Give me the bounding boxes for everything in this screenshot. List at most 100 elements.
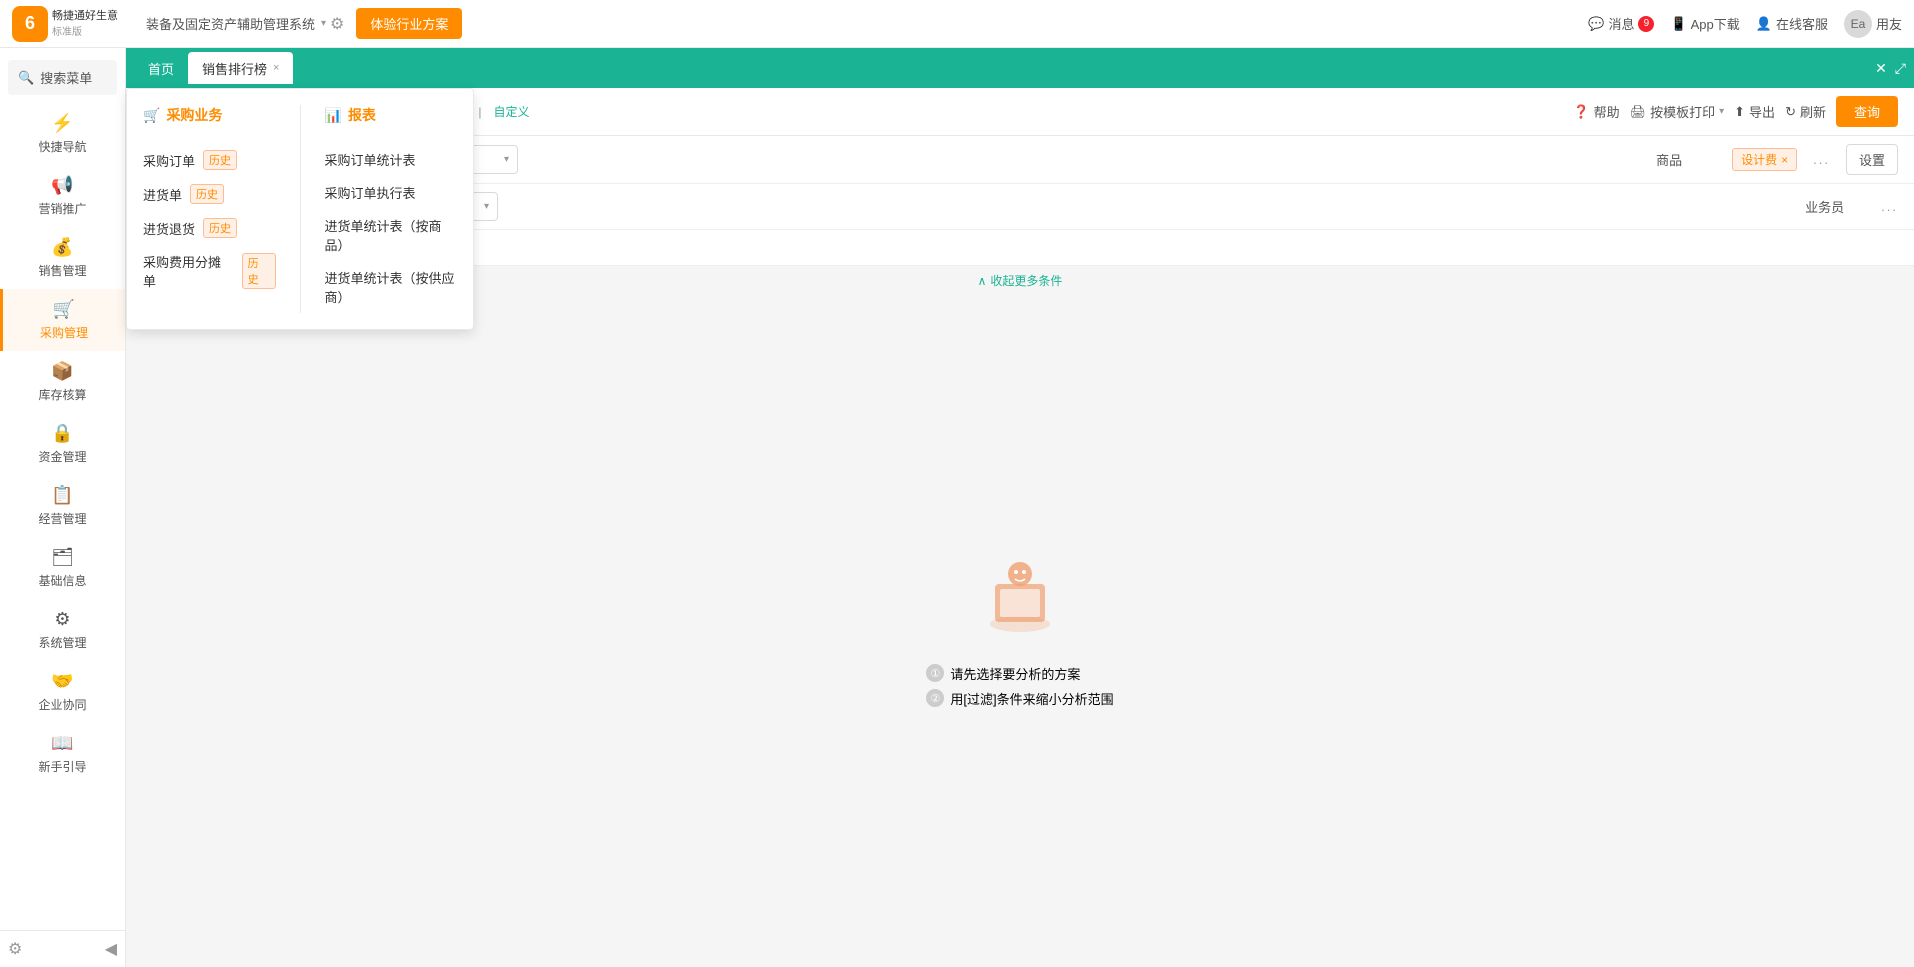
salesperson-dots[interactable]: ... xyxy=(1881,199,1898,214)
industry-btn[interactable]: 体验行业方案 xyxy=(356,8,462,39)
dropdown-purchase-order[interactable]: 采购订单 历史 xyxy=(143,143,276,177)
logo-sub: 标准版 xyxy=(52,23,118,38)
search-menu-button[interactable]: 🔍 搜索菜单 xyxy=(8,60,117,95)
date-custom[interactable]: 自定义 xyxy=(494,103,530,120)
guide-icon: 📖 xyxy=(51,733,73,754)
tab-sales-ranking[interactable]: 销售排行榜 × xyxy=(188,52,293,84)
gear-icon[interactable]: ⚙ xyxy=(330,14,344,34)
print-arrow: ▾ xyxy=(1719,106,1724,117)
top-right: 💬 消息 9 📱 App下载 👤 在线客服 Ea 用友 xyxy=(1588,10,1902,38)
purchase-col-icon: 🛒 xyxy=(143,107,160,124)
dropdown-report-3[interactable]: 进货单统计表（按供应商） xyxy=(325,261,458,313)
dropdown-purchase-expense[interactable]: 采购费用分摊单 历史 xyxy=(143,245,276,297)
user-item[interactable]: Ea 用友 xyxy=(1844,10,1902,38)
history-badge-3: 历史 xyxy=(242,253,276,289)
dropdown-report-0[interactable]: 采购订单统计表 xyxy=(325,143,458,176)
sidebar-item-inventory[interactable]: 📦 库存核算 xyxy=(0,351,125,413)
sidebar-item-system[interactable]: ⚙ 系统管理 xyxy=(0,599,125,661)
sidebar-item-label: 资金管理 xyxy=(38,448,86,465)
history-badge-0: 历史 xyxy=(203,150,237,170)
sidebar-item-enterprise[interactable]: 🤝 企业协同 xyxy=(0,661,125,723)
sidebar-menu: ⚡ 快捷导航 📢 营销推广 💰 销售管理 🛒 采购管理 📦 库存核算 xyxy=(0,103,125,930)
online-service-item[interactable]: 👤 在线客服 xyxy=(1756,14,1828,33)
message-icon: 💬 xyxy=(1588,16,1604,32)
basic-icon: 🗂 xyxy=(51,547,74,568)
goods-dots[interactable]: ... xyxy=(1813,152,1830,167)
history-badge-2: 历史 xyxy=(203,218,237,238)
sidebar-item-marketing[interactable]: 📢 营销推广 xyxy=(0,165,125,227)
purchase-icon: 🛒 xyxy=(53,299,75,320)
empty-tip2-text: 用[过滤]条件来缩小分析范围 xyxy=(950,689,1113,708)
empty-tip1-text: 请先选择要分析的方案 xyxy=(950,664,1080,683)
dropdown-purchase-return[interactable]: 进货退货 历史 xyxy=(143,211,276,245)
message-label: 消息 xyxy=(1608,14,1634,33)
maximize-icon[interactable]: ⤢ xyxy=(1895,60,1906,77)
inventory-icon: 📦 xyxy=(51,361,73,382)
empty-num1: ① xyxy=(926,664,944,682)
help-icon: ❓ xyxy=(1573,104,1589,120)
service-icon: 👤 xyxy=(1756,16,1772,32)
chevron-down-icon[interactable]: ▾ xyxy=(321,18,326,29)
dropdown-report-2[interactable]: 进货单统计表（按商品） xyxy=(325,209,458,261)
sidebar-item-quick-nav[interactable]: ⚡ 快捷导航 xyxy=(0,103,125,165)
sidebar-item-label: 快捷导航 xyxy=(38,138,86,155)
dropdown-purchase-stock[interactable]: 进货单 历史 xyxy=(143,177,276,211)
sidebar-bottom: ⚙ ◀ xyxy=(0,930,125,967)
report-1-label: 采购订单执行表 xyxy=(325,183,416,202)
search-menu-label: 搜索菜单 xyxy=(40,68,92,87)
message-badge: 9 xyxy=(1638,16,1654,32)
report-col-title: 📊 报表 xyxy=(325,105,458,131)
app-download-item[interactable]: 📱 App下载 xyxy=(1670,14,1739,33)
tab-close-icon[interactable]: × xyxy=(273,62,279,74)
empty-state: ① 请先选择要分析的方案 ② 用[过滤]条件来缩小分析范围 xyxy=(126,295,1914,967)
dropdown-report-1[interactable]: 采购订单执行表 xyxy=(325,176,458,209)
sidebar-item-label: 经营管理 xyxy=(38,510,86,527)
purchase-return-label: 进货退货 xyxy=(143,219,195,238)
sidebar-item-label: 采购管理 xyxy=(40,324,88,341)
quick-nav-icon: ⚡ xyxy=(51,113,73,134)
user-label: 用友 xyxy=(1876,14,1902,33)
sales-icon: 💰 xyxy=(51,237,73,258)
sidebar-item-sales[interactable]: 💰 销售管理 xyxy=(0,227,125,289)
enterprise-icon: 🤝 xyxy=(51,671,73,692)
purchase-col-title-text: 采购业务 xyxy=(166,105,222,125)
content-header-right: ❓ 帮助 🖨 按模板打印 ▾ ⬆ 导出 ↻ 刷新 xyxy=(1573,96,1898,127)
export-btn[interactable]: ⬆ 导出 xyxy=(1734,102,1775,121)
report-col-title-text: 报表 xyxy=(348,105,376,125)
close-window-icon[interactable]: ✕ xyxy=(1875,60,1887,77)
sidebar-item-label: 系统管理 xyxy=(38,634,86,651)
print-btn[interactable]: 🖨 按模板打印 ▾ xyxy=(1630,102,1725,121)
sidebar-search-area: 🔍 搜索菜单 xyxy=(0,48,125,103)
export-icon: ⬆ xyxy=(1734,104,1745,120)
tabs-bar: 首页 销售排行榜 × ✕ ⤢ xyxy=(126,48,1914,88)
logo-icon: 6 xyxy=(12,6,48,42)
sidebar-item-label: 新手引导 xyxy=(38,758,86,775)
setting-button[interactable]: 设置 xyxy=(1846,144,1898,175)
rank-arrow: ▾ xyxy=(484,201,489,212)
help-btn[interactable]: ❓ 帮助 xyxy=(1573,102,1619,121)
sidebar-item-finance[interactable]: 🔒 资金管理 xyxy=(0,413,125,475)
message-item[interactable]: 💬 消息 9 xyxy=(1588,14,1654,33)
printer-icon: 🖨 xyxy=(1630,104,1647,120)
report-3-label: 进货单统计表（按供应商） xyxy=(325,268,458,306)
goods-label: 商品 xyxy=(1656,150,1716,169)
goods-tag-close[interactable]: × xyxy=(1781,153,1788,167)
query-button[interactable]: 查询 xyxy=(1836,96,1898,127)
collapse-sidebar-icon[interactable]: ◀ xyxy=(105,939,117,959)
sidebar-item-label: 库存核算 xyxy=(38,386,86,403)
tab-home[interactable]: 首页 xyxy=(134,52,188,84)
collapse-label: 收起更多条件 xyxy=(990,272,1062,289)
report-col-icon: 📊 xyxy=(325,107,342,124)
system-title-text: 装备及固定资产辅助管理系统 xyxy=(146,14,315,33)
operation-icon: 📋 xyxy=(51,485,73,506)
sidebar-item-basic[interactable]: 🗂 基础信息 xyxy=(0,537,125,599)
sidebar-item-guide[interactable]: 📖 新手引导 xyxy=(0,723,125,785)
tabs-right: ✕ ⤢ xyxy=(1875,60,1906,77)
settings-bottom-icon[interactable]: ⚙ xyxy=(8,939,22,959)
search-icon: 🔍 xyxy=(18,70,34,86)
empty-icon xyxy=(970,549,1070,649)
sidebar-item-operation[interactable]: 📋 经营管理 xyxy=(0,475,125,537)
sidebar-item-purchase[interactable]: 🛒 采购管理 xyxy=(0,289,125,351)
salesperson-label: 业务员 xyxy=(1805,197,1865,216)
refresh-btn[interactable]: ↻ 刷新 xyxy=(1785,102,1826,121)
